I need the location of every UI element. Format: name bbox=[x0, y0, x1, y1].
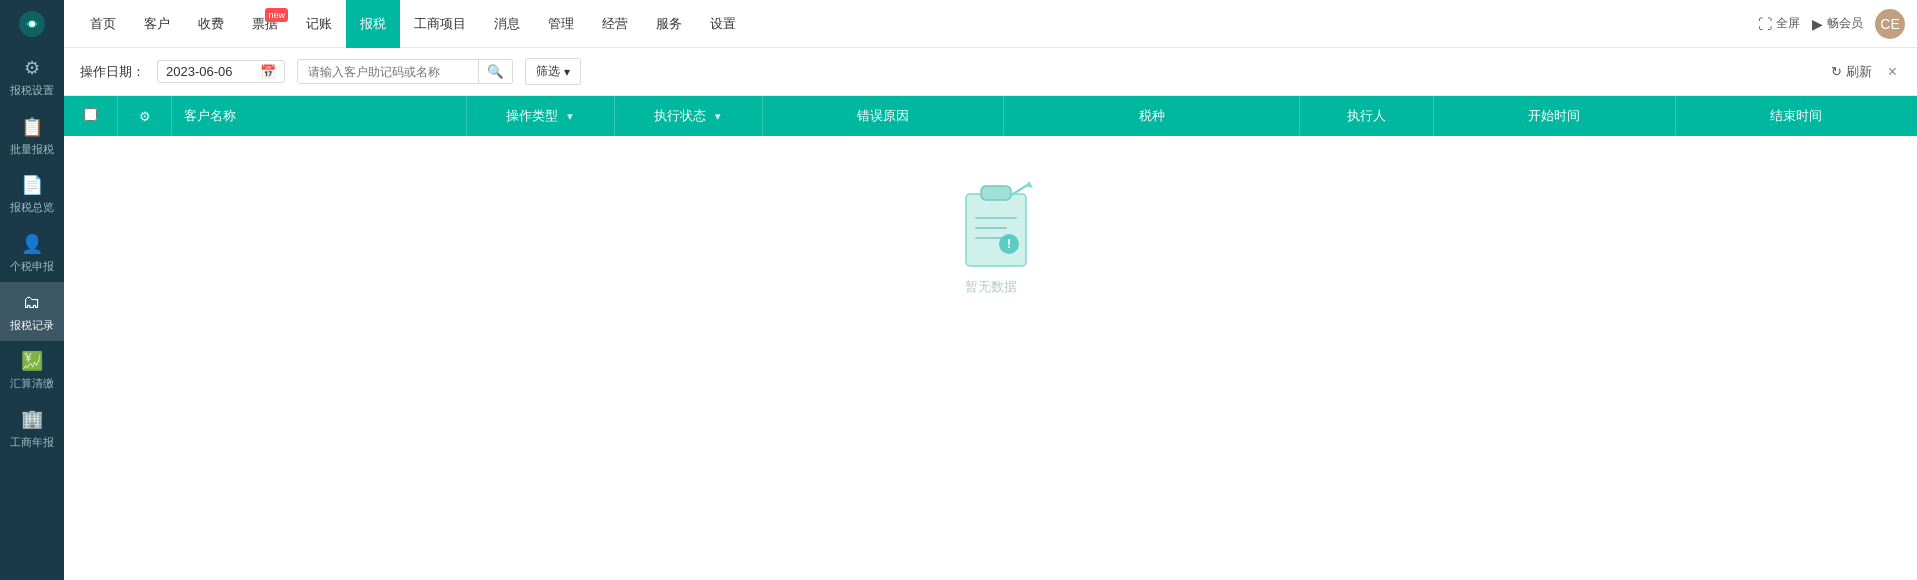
select-all-checkbox[interactable] bbox=[84, 108, 97, 121]
topnav-item-tax[interactable]: 报税 bbox=[346, 0, 400, 48]
data-table: ⚙ 客户名称 操作类型 ▼ 执行状态 ▼ bbox=[64, 96, 1917, 136]
fullscreen-button[interactable]: ⛶ 全屏 bbox=[1758, 15, 1800, 32]
toolbar: 操作日期： 📅 🔍 筛选 ▾ ↻ 刷新 × bbox=[64, 48, 1917, 96]
sidebar-item-tax-summary-label: 报税总览 bbox=[10, 200, 54, 215]
svg-rect-3 bbox=[981, 186, 1011, 200]
toolbar-right: ↻ 刷新 × bbox=[1831, 61, 1901, 83]
sidebar: ⚙ 报税设置 📋 批量报税 📄 报税总览 👤 个税申报 🗂 报税记录 💹 汇算清… bbox=[0, 0, 64, 580]
sidebar-item-annual-report-label: 工商年报 bbox=[10, 435, 54, 450]
svg-rect-2 bbox=[966, 194, 1026, 266]
th-tax-type: 税种 bbox=[1004, 96, 1299, 136]
sidebar-item-settlement-label: 汇算清缴 bbox=[10, 376, 54, 391]
close-button[interactable]: × bbox=[1884, 61, 1901, 83]
new-badge: new bbox=[265, 8, 288, 22]
sidebar-item-annual-report[interactable]: 🏢 工商年报 bbox=[0, 399, 64, 458]
empty-state: ! 暂无数据 bbox=[64, 136, 1917, 356]
sort-icon-exec-status: ▼ bbox=[713, 111, 723, 122]
th-exec-status[interactable]: 执行状态 ▼ bbox=[614, 96, 762, 136]
annual-report-icon: 🏢 bbox=[21, 407, 43, 432]
table-wrap: ⚙ 客户名称 操作类型 ▼ 执行状态 ▼ bbox=[64, 96, 1917, 580]
topnav: 首页 客户 收费 票据 new 记账 报税 工商项目 消息 bbox=[64, 0, 1917, 48]
th-executor: 执行人 bbox=[1299, 96, 1433, 136]
topnav-item-messages[interactable]: 消息 bbox=[480, 0, 534, 48]
content: 操作日期： 📅 🔍 筛选 ▾ ↻ 刷新 × bbox=[64, 48, 1917, 580]
settlement-icon: 💹 bbox=[21, 349, 43, 374]
empty-text: 暂无数据 bbox=[965, 278, 1017, 296]
date-picker[interactable]: 📅 bbox=[157, 60, 285, 83]
th-checkbox[interactable] bbox=[64, 96, 118, 136]
topnav-item-commerce[interactable]: 工商项目 bbox=[400, 0, 480, 48]
refresh-icon: ↻ bbox=[1831, 64, 1842, 79]
search-icon: 🔍 bbox=[487, 64, 504, 79]
member-button[interactable]: ▶ 畅会员 bbox=[1812, 15, 1863, 32]
refresh-button[interactable]: ↻ 刷新 bbox=[1831, 63, 1872, 81]
topnav-item-operations[interactable]: 经营 bbox=[588, 0, 642, 48]
th-end-time: 结束时间 bbox=[1675, 96, 1917, 136]
sidebar-item-personal-tax[interactable]: 👤 个税申报 bbox=[0, 224, 64, 283]
svg-marker-10 bbox=[1026, 181, 1033, 188]
avatar[interactable]: CE bbox=[1875, 9, 1905, 39]
main-area: 首页 客户 收费 票据 new 记账 报税 工商项目 消息 bbox=[64, 0, 1917, 580]
settings-icon: ⚙ bbox=[139, 109, 151, 124]
topnav-item-services[interactable]: 服务 bbox=[642, 0, 696, 48]
search-input[interactable] bbox=[298, 61, 478, 83]
chevron-down-icon: ▾ bbox=[564, 65, 570, 79]
topnav-item-accounting[interactable]: 记账 bbox=[292, 0, 346, 48]
video-icon: ▶ bbox=[1812, 16, 1823, 32]
th-settings[interactable]: ⚙ bbox=[118, 96, 172, 136]
svg-text:!: ! bbox=[1007, 237, 1011, 251]
calendar-icon: 📅 bbox=[260, 64, 276, 79]
date-input[interactable] bbox=[166, 64, 256, 79]
tax-settings-icon: ⚙ bbox=[24, 56, 40, 81]
batch-tax-icon: 📋 bbox=[21, 115, 43, 140]
topnav-item-invoices[interactable]: 票据 new bbox=[238, 0, 292, 48]
sidebar-item-batch-tax-label: 批量报税 bbox=[10, 142, 54, 157]
th-client-name: 客户名称 bbox=[171, 96, 466, 136]
topnav-item-clients[interactable]: 客户 bbox=[130, 0, 184, 48]
th-op-type[interactable]: 操作类型 ▼ bbox=[467, 96, 615, 136]
tax-summary-icon: 📄 bbox=[21, 173, 43, 198]
sidebar-item-tax-settings[interactable]: ⚙ 报税设置 bbox=[0, 48, 64, 107]
sidebar-item-settlement[interactable]: 💹 汇算清缴 bbox=[0, 341, 64, 400]
sidebar-item-batch-tax[interactable]: 📋 批量报税 bbox=[0, 107, 64, 166]
th-error-reason: 错误原因 bbox=[762, 96, 1004, 136]
topnav-right: ⛶ 全屏 ▶ 畅会员 CE bbox=[1758, 9, 1905, 39]
tax-records-icon: 🗂 bbox=[23, 290, 41, 315]
sidebar-item-personal-tax-label: 个税申报 bbox=[10, 259, 54, 274]
date-label: 操作日期： bbox=[80, 63, 145, 81]
topnav-item-home[interactable]: 首页 bbox=[76, 0, 130, 48]
sort-icon-op-type: ▼ bbox=[565, 111, 575, 122]
fullscreen-icon: ⛶ bbox=[1758, 16, 1772, 32]
search-wrap: 🔍 bbox=[297, 59, 513, 84]
topnav-item-settings[interactable]: 设置 bbox=[696, 0, 750, 48]
svg-point-1 bbox=[29, 21, 35, 27]
th-start-time: 开始时间 bbox=[1434, 96, 1676, 136]
sidebar-item-tax-records[interactable]: 🗂 报税记录 bbox=[0, 282, 64, 341]
search-button[interactable]: 🔍 bbox=[478, 60, 512, 83]
topnav-item-collection[interactable]: 收费 bbox=[184, 0, 238, 48]
filter-button[interactable]: 筛选 ▾ bbox=[525, 58, 581, 85]
topnav-items: 首页 客户 收费 票据 new 记账 报税 工商项目 消息 bbox=[76, 0, 1758, 48]
sidebar-item-tax-settings-label: 报税设置 bbox=[10, 83, 54, 98]
sidebar-item-tax-summary[interactable]: 📄 报税总览 bbox=[0, 165, 64, 224]
app-logo bbox=[0, 0, 64, 48]
sidebar-item-tax-records-label: 报税记录 bbox=[10, 318, 54, 333]
topnav-item-management[interactable]: 管理 bbox=[534, 0, 588, 48]
personal-tax-icon: 👤 bbox=[21, 232, 43, 257]
empty-icon: ! bbox=[951, 176, 1031, 266]
